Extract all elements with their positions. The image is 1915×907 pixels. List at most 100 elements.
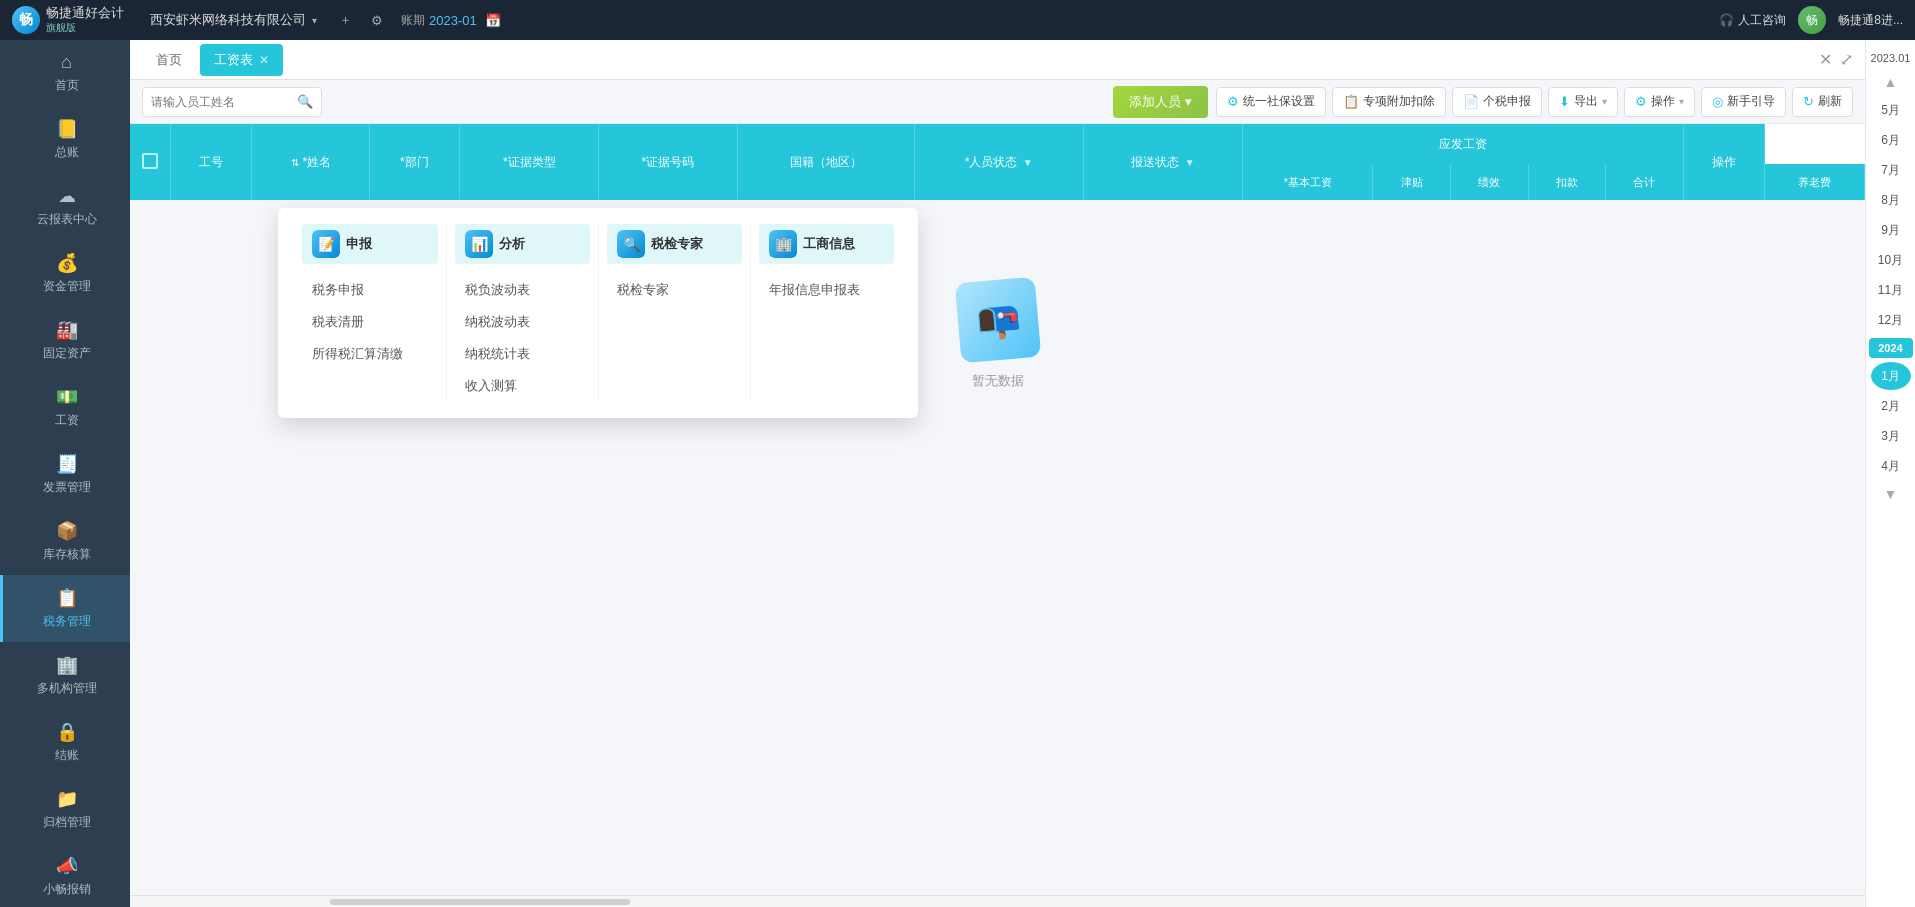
calendar-month-2023-10月[interactable]: 10月 (1871, 246, 1911, 274)
app-version: 旗舰版 (46, 21, 124, 35)
toolbar-tax-return-button[interactable]: 📄个税申报 (1452, 87, 1542, 117)
calendar-month-2024-3月[interactable]: 3月 (1871, 422, 1911, 450)
toolbar-operations-button[interactable]: ⚙操作▾ (1624, 87, 1695, 117)
horizontal-scrollbar[interactable] (330, 899, 630, 905)
sidebar-item-multi-org[interactable]: 🏢 多机构管理 (0, 642, 130, 709)
sidebar-item-marketing[interactable]: 📣 小畅报销 (0, 843, 130, 907)
sidebar-label-archive: 归档管理 (43, 814, 91, 831)
period-value[interactable]: 2023-01 (429, 13, 477, 28)
toolbar-social-insurance-button[interactable]: ⚙统一社保设置 (1216, 87, 1326, 117)
tab-home[interactable]: 首页 (142, 44, 196, 76)
invoice-icon: 🧾 (56, 453, 78, 475)
calendar-next-button[interactable]: ▼ (1879, 482, 1903, 506)
refresh-label: 刷新 (1818, 93, 1842, 110)
sidebar: ⌂ 首页 📒 总账 ☁ 云报表中心 💰 资金管理 🏭 固定资产 💵 工资 🧾 发… (0, 40, 130, 907)
toolbar-actions: ⚙统一社保设置📋专项附加扣除📄个税申报⬇导出▾⚙操作▾◎新手引导↻刷新 (1216, 87, 1853, 117)
id-no-header: *证据号码 (599, 124, 738, 200)
company-selector[interactable]: 西安虾米网络科技有限公司 ▾ (142, 7, 325, 33)
ledger-icon: 📒 (56, 118, 78, 140)
check-all-header[interactable] (130, 124, 170, 200)
sidebar-label-cloud-report: 云报表中心 (37, 211, 97, 228)
sidebar-item-fixed-assets[interactable]: 🏭 固定资产 (0, 307, 130, 374)
dropdown-item-tax-declare[interactable]: 税务申报 (302, 274, 438, 306)
sidebar-item-home[interactable]: ⌂ 首页 (0, 40, 130, 106)
dropdown-item-tax-payment-fluctuation[interactable]: 纳税波动表 (455, 306, 590, 338)
id-type-header: *证据类型 (460, 124, 599, 200)
calendar-month-2024-1月[interactable]: 1月 (1871, 362, 1911, 390)
sidebar-item-fund[interactable]: 💰 资金管理 (0, 240, 130, 307)
sidebar-label-closing: 结账 (55, 747, 79, 764)
calendar-month-2023-5月[interactable]: 5月 (1871, 96, 1911, 124)
tab-label-payroll: 工资表 (214, 51, 253, 69)
dropdown-item-tax-table-clear[interactable]: 税表清册 (302, 306, 438, 338)
dropdown-item-tax-fluctuation[interactable]: 税负波动表 (455, 274, 590, 306)
sidebar-item-invoice[interactable]: 🧾 发票管理 (0, 441, 130, 508)
calendar-month-2023-9月[interactable]: 9月 (1871, 216, 1911, 244)
sidebar-label-fixed-assets: 固定资产 (43, 345, 91, 362)
maximize-icon[interactable]: ⤢ (1840, 50, 1853, 69)
sidebar-item-closing[interactable]: 🔒 结账 (0, 709, 130, 776)
check-all-checkbox[interactable] (142, 153, 158, 169)
calendar-month-2023-11月[interactable]: 11月 (1871, 276, 1911, 304)
ops-header: 操作 (1683, 124, 1765, 200)
sidebar-item-archive[interactable]: 📁 归档管理 (0, 776, 130, 843)
sidebar-label-tax: 税务管理 (43, 613, 91, 630)
settings-icon[interactable]: ⚙ (365, 8, 389, 32)
dropdown-item-tax-check-expert[interactable]: 税检专家 (607, 274, 742, 306)
support-button[interactable]: 🎧 人工咨询 (1719, 12, 1786, 29)
tax-return-label: 个税申报 (1483, 93, 1531, 110)
calendar-period-header: 2023.01 (1866, 48, 1915, 68)
calendar-month-2023-8月[interactable]: 8月 (1871, 186, 1911, 214)
pension-header: 养老费 (1765, 164, 1865, 200)
home-icon: ⌂ (61, 52, 72, 73)
sidebar-item-tax[interactable]: 📋 税务管理 (0, 575, 130, 642)
sidebar-item-cloud-report[interactable]: ☁ 云报表中心 (0, 173, 130, 240)
empty-icon: 📭 (954, 277, 1041, 364)
dropdown-section-tax-expert: 🔍 税检专家 税检专家 (598, 224, 750, 402)
toolbar-special-deduction-button[interactable]: 📋专项附加扣除 (1332, 87, 1446, 117)
tab-payroll[interactable]: 工资表 ✕ (200, 44, 283, 76)
dropdown-item-income-tax-summary[interactable]: 所得税汇算清缴 (302, 338, 438, 370)
dropdown-section-analysis: 📊 分析 税负波动表纳税波动表纳税统计表收入测算 (446, 224, 598, 402)
dropdown-item-annual-report[interactable]: 年报信息申报表 (759, 274, 894, 306)
multi-org-icon: 🏢 (56, 654, 78, 676)
dropdown-item-tax-statistics[interactable]: 纳税统计表 (455, 338, 590, 370)
headset-icon: 🎧 (1719, 13, 1734, 27)
marketing-icon: 📣 (56, 855, 78, 877)
sidebar-item-payroll[interactable]: 💵 工资 (0, 374, 130, 441)
chevron-down-icon: ▾ (312, 15, 317, 26)
toolbar-refresh-button[interactable]: ↻刷新 (1792, 87, 1853, 117)
report-status-header: 报送状态 ▼ (1083, 124, 1243, 200)
tab-close-payroll[interactable]: ✕ (259, 53, 269, 67)
logo-icon: 畅 (12, 6, 40, 34)
calendar-month-2024-4月[interactable]: 4月 (1871, 452, 1911, 480)
sidebar-item-ledger[interactable]: 📒 总账 (0, 106, 130, 173)
add-person-button[interactable]: 添加人员 ▾ (1113, 86, 1208, 118)
sidebar-item-inventory[interactable]: 📦 库存核算 (0, 508, 130, 575)
close-tab-icon[interactable]: ✕ (1819, 50, 1832, 69)
calendar-month-2023-12月[interactable]: 12月 (1871, 306, 1911, 334)
dropdown-item-income-budget[interactable]: 收入测算 (455, 370, 590, 402)
toolbar-export-button[interactable]: ⬇导出▾ (1548, 87, 1618, 117)
export-label: 导出 (1574, 93, 1598, 110)
closing-icon: 🔒 (56, 721, 78, 743)
operations-icon: ⚙ (1635, 94, 1647, 109)
calendar-month-2024-2月[interactable]: 2月 (1871, 392, 1911, 420)
calendar-month-2023-7月[interactable]: 7月 (1871, 156, 1911, 184)
tab-bar: 首页工资表 ✕ ✕ ⤢ (130, 40, 1865, 80)
dropdown-section-business-info: 🏢 工商信息 年报信息申报表 (750, 224, 902, 402)
top-bar-right: 🎧 人工咨询 畅 畅捷通8进... (1719, 6, 1903, 34)
dropdown-header-declaration: 📝 申报 (302, 224, 438, 264)
calendar-month-2023-6月[interactable]: 6月 (1871, 126, 1911, 154)
toolbar-new-guide-button[interactable]: ◎新手引导 (1701, 87, 1786, 117)
new-guide-icon: ◎ (1712, 94, 1723, 109)
search-input-wrap[interactable]: 🔍 (142, 87, 322, 117)
calendar-prev-button[interactable]: ▲ (1879, 70, 1903, 94)
analysis-header-icon: 📊 (465, 230, 493, 258)
calendar-icon[interactable]: 📅 (481, 8, 505, 32)
add-company-button[interactable]: ＋ (333, 8, 357, 32)
dropdown-arrow-icon: ▾ (1185, 94, 1192, 109)
search-input[interactable] (151, 95, 291, 109)
sidebar-label-invoice: 发票管理 (43, 479, 91, 496)
fund-icon: 💰 (56, 252, 78, 274)
